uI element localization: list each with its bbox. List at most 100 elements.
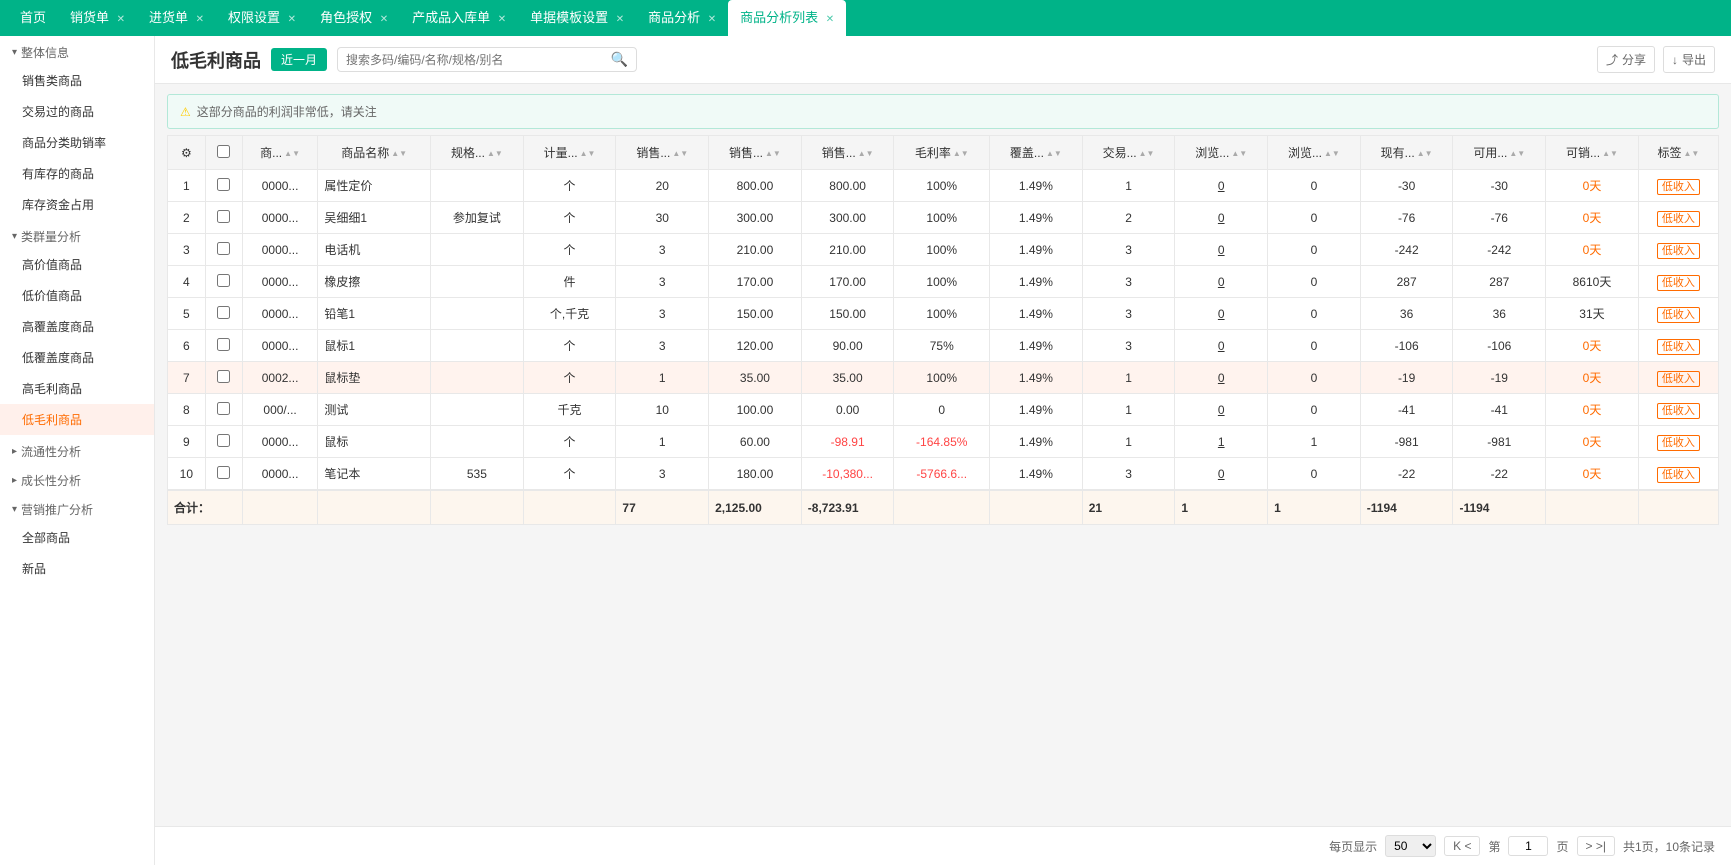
row-name[interactable]: 测试 — [318, 394, 431, 426]
sidebar-item-sales-rate[interactable]: 商品分类助销率 — [0, 127, 154, 158]
col-current[interactable]: 现有...▲▼ — [1360, 136, 1453, 170]
row-browse1[interactable]: 1 — [1175, 426, 1268, 458]
col-spec[interactable]: 规格...▲▼ — [431, 136, 524, 170]
sidebar-group-overview[interactable]: ▾ 整体信息 — [0, 36, 154, 65]
row-name[interactable]: 笔记本 — [318, 458, 431, 491]
row-browse1[interactable]: 0 — [1175, 234, 1268, 266]
col-browse2[interactable]: 浏览...▲▼ — [1268, 136, 1361, 170]
col-coverage[interactable]: 覆盖...▲▼ — [990, 136, 1083, 170]
col-sale-amount[interactable]: 销售...▲▼ — [709, 136, 802, 170]
row-select-checkbox[interactable] — [217, 242, 230, 255]
row-select-checkbox[interactable] — [217, 178, 230, 191]
row-name[interactable]: 鼠标1 — [318, 330, 431, 362]
row-name[interactable]: 鼠标垫 — [318, 362, 431, 394]
sidebar-item-high-value[interactable]: 高价值商品 — [0, 249, 154, 280]
row-select-checkbox[interactable] — [217, 434, 230, 447]
row-select-checkbox[interactable] — [217, 370, 230, 383]
row-checkbox[interactable] — [205, 362, 242, 394]
row-name[interactable]: 电话机 — [318, 234, 431, 266]
row-checkbox[interactable] — [205, 394, 242, 426]
col-sale-qty[interactable]: 销售...▲▼ — [616, 136, 709, 170]
col-trade[interactable]: 交易...▲▼ — [1082, 136, 1175, 170]
nav-sales-close[interactable]: ✕ — [117, 14, 125, 25]
share-button[interactable]: ⤴ 分享 — [1597, 46, 1655, 73]
row-select-checkbox[interactable] — [217, 274, 230, 287]
row-checkbox[interactable] — [205, 170, 242, 202]
sidebar-group-marketing[interactable]: ▾ 营销推广分析 — [0, 493, 154, 522]
col-available[interactable]: 可用...▲▼ — [1453, 136, 1546, 170]
row-select-checkbox[interactable] — [217, 306, 230, 319]
search-icon[interactable]: 🔍 — [611, 51, 628, 68]
row-browse1[interactable]: 0 — [1175, 266, 1268, 298]
row-browse1[interactable]: 0 — [1175, 362, 1268, 394]
nav-template[interactable]: 单据模板设置 ✕ — [518, 0, 636, 36]
row-checkbox[interactable] — [205, 330, 242, 362]
row-name[interactable]: 橡皮擦 — [318, 266, 431, 298]
nav-goods-analysis-list[interactable]: 商品分析列表 ✕ — [728, 0, 846, 36]
nav-product-in[interactable]: 产成品入库单 ✕ — [400, 0, 518, 36]
export-button[interactable]: ↓ 导出 — [1663, 46, 1715, 73]
search-input[interactable] — [346, 53, 611, 67]
page-size-select[interactable]: 50 100 200 — [1385, 835, 1436, 857]
sidebar-item-low-coverage[interactable]: 低覆盖度商品 — [0, 342, 154, 373]
row-checkbox[interactable] — [205, 202, 242, 234]
col-settings[interactable]: ⚙ — [168, 136, 206, 170]
row-select-checkbox[interactable] — [217, 466, 230, 479]
col-tag[interactable]: 标签▲▼ — [1638, 136, 1718, 170]
col-unit[interactable]: 计量...▲▼ — [523, 136, 616, 170]
sidebar-item-stock-capital[interactable]: 库存资金占用 — [0, 189, 154, 220]
row-browse1[interactable]: 0 — [1175, 202, 1268, 234]
sidebar-group-cluster[interactable]: ▾ 类群量分析 — [0, 220, 154, 249]
nav-goods-analysis-list-close[interactable]: ✕ — [826, 14, 834, 25]
nav-permission[interactable]: 权限设置 ✕ — [216, 0, 308, 36]
row-name[interactable]: 铅笔1 — [318, 298, 431, 330]
row-browse1[interactable]: 0 — [1175, 170, 1268, 202]
sidebar-group-liquidity[interactable]: ▸ 流通性分析 — [0, 435, 154, 464]
sidebar-item-traded-goods[interactable]: 交易过的商品 — [0, 96, 154, 127]
nav-permission-close[interactable]: ✕ — [288, 14, 296, 25]
nav-home[interactable]: 首页 — [8, 0, 58, 36]
sidebar-item-high-margin[interactable]: 高毛利商品 — [0, 373, 154, 404]
row-checkbox[interactable] — [205, 458, 242, 491]
sidebar-item-new-goods[interactable]: 新品 — [0, 553, 154, 584]
row-checkbox[interactable] — [205, 234, 242, 266]
col-sale-profit[interactable]: 销售...▲▼ — [801, 136, 894, 170]
row-browse1[interactable]: 0 — [1175, 458, 1268, 491]
row-name[interactable]: 鼠标 — [318, 426, 431, 458]
row-checkbox[interactable] — [205, 266, 242, 298]
nav-template-close[interactable]: ✕ — [616, 14, 624, 25]
sidebar-item-all-goods[interactable]: 全部商品 — [0, 522, 154, 553]
row-browse1[interactable]: 0 — [1175, 298, 1268, 330]
sidebar-item-low-value[interactable]: 低价值商品 — [0, 280, 154, 311]
last-page-button[interactable]: > >| — [1577, 836, 1615, 856]
period-button[interactable]: 近一月 — [271, 48, 327, 71]
first-page-button[interactable]: K < — [1444, 836, 1480, 856]
nav-purchase[interactable]: 进货单 ✕ — [137, 0, 216, 36]
sidebar-item-stock-goods[interactable]: 有库存的商品 — [0, 158, 154, 189]
select-all-checkbox[interactable] — [217, 145, 230, 158]
sidebar-item-high-coverage[interactable]: 高覆盖度商品 — [0, 311, 154, 342]
sidebar-group-growth[interactable]: ▸ 成长性分析 — [0, 464, 154, 493]
col-browse1[interactable]: 浏览...▲▼ — [1175, 136, 1268, 170]
page-number-input[interactable] — [1508, 836, 1548, 856]
nav-goods-analysis[interactable]: 商品分析 ✕ — [636, 0, 728, 36]
col-saleable[interactable]: 可销...▲▼ — [1546, 136, 1639, 170]
nav-role[interactable]: 角色授权 ✕ — [308, 0, 400, 36]
row-browse1[interactable]: 0 — [1175, 330, 1268, 362]
row-checkbox[interactable] — [205, 298, 242, 330]
nav-sales[interactable]: 销货单 ✕ — [58, 0, 137, 36]
row-name[interactable]: 吴细细1 — [318, 202, 431, 234]
col-code[interactable]: 商...▲▼ — [242, 136, 318, 170]
sidebar-item-low-margin[interactable]: 低毛利商品 — [0, 404, 154, 435]
col-gross-rate[interactable]: 毛利率▲▼ — [894, 136, 990, 170]
row-browse1[interactable]: 0 — [1175, 394, 1268, 426]
sidebar-item-sales-goods[interactable]: 销售类商品 — [0, 65, 154, 96]
col-name[interactable]: 商品名称▲▼ — [318, 136, 431, 170]
row-select-checkbox[interactable] — [217, 210, 230, 223]
row-name[interactable]: 属性定价 — [318, 170, 431, 202]
nav-goods-analysis-close[interactable]: ✕ — [708, 14, 716, 25]
row-select-checkbox[interactable] — [217, 338, 230, 351]
row-checkbox[interactable] — [205, 426, 242, 458]
nav-purchase-close[interactable]: ✕ — [196, 14, 204, 25]
row-select-checkbox[interactable] — [217, 402, 230, 415]
